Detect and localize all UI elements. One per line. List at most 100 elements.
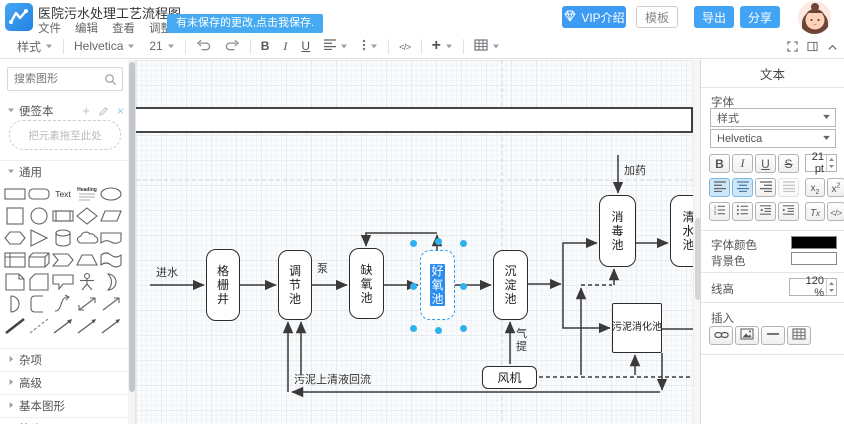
shape-internal-storage[interactable] bbox=[3, 250, 27, 270]
app-logo-icon[interactable] bbox=[5, 3, 33, 31]
node-disinfection-tank[interactable]: 消毒池 bbox=[599, 195, 636, 267]
underline-button[interactable]: U bbox=[755, 154, 776, 173]
shape-triangle[interactable] bbox=[27, 228, 51, 248]
spinner-icon[interactable] bbox=[826, 279, 836, 295]
font-color-swatch[interactable] bbox=[791, 236, 837, 249]
bold-button[interactable]: B bbox=[709, 154, 730, 173]
panel-toggle-button[interactable] bbox=[807, 41, 818, 52]
shape-callout[interactable] bbox=[51, 272, 75, 292]
selection-handle[interactable] bbox=[460, 240, 467, 247]
selection-handle[interactable] bbox=[435, 327, 442, 334]
fullscreen-button[interactable] bbox=[787, 41, 798, 52]
shape-cloud[interactable] bbox=[75, 228, 99, 248]
menu-view[interactable]: 查看 bbox=[112, 20, 135, 36]
shape-heading-text[interactable]: Heading bbox=[75, 184, 99, 204]
section-misc[interactable]: 杂项 bbox=[0, 348, 128, 371]
selection-handle[interactable] bbox=[410, 325, 417, 332]
insert-image-button[interactable] bbox=[735, 326, 759, 345]
shape-trapezoid[interactable] bbox=[75, 250, 99, 270]
insert-dropdown[interactable]: + bbox=[425, 36, 460, 56]
table-dropdown[interactable] bbox=[467, 36, 507, 56]
node-sedimentation-tank[interactable]: 沉淀池 bbox=[493, 250, 528, 320]
section-advanced[interactable]: 高级 bbox=[0, 371, 128, 394]
selection-handle[interactable] bbox=[435, 238, 442, 245]
shape-wave-flag[interactable] bbox=[99, 250, 123, 270]
shape-rounded-rectangle[interactable] bbox=[27, 184, 51, 204]
insert-table-button[interactable] bbox=[787, 326, 811, 345]
insert-link-button[interactable] bbox=[709, 326, 733, 345]
label-dosing[interactable]: 加药 bbox=[624, 165, 646, 178]
shape-circle[interactable] bbox=[27, 206, 51, 226]
menu-edit[interactable]: 编辑 bbox=[75, 20, 98, 36]
edge-junction-to-disinfection[interactable] bbox=[562, 237, 598, 284]
shape-actor[interactable] bbox=[75, 272, 99, 292]
edge-junction-to-digestion[interactable] bbox=[562, 284, 611, 334]
style-dropdown[interactable]: 样式 bbox=[10, 36, 60, 56]
export-button[interactable]: 导出 bbox=[694, 6, 734, 28]
shape-cube[interactable] bbox=[27, 250, 51, 270]
selection-handle[interactable] bbox=[410, 240, 417, 247]
shape-ellipse[interactable] bbox=[99, 184, 123, 204]
align-justify-button[interactable] bbox=[778, 178, 799, 197]
spinner-icon[interactable] bbox=[826, 155, 836, 171]
close-icon[interactable]: × bbox=[117, 105, 124, 117]
template-button[interactable]: 模板 bbox=[636, 6, 678, 28]
superscript-button[interactable]: x2 bbox=[827, 178, 844, 197]
edit-icon[interactable] bbox=[98, 106, 109, 117]
menu-file[interactable]: 文件 bbox=[38, 20, 61, 36]
diagram-canvas[interactable]: 格栅井调节池缺氧池好氧池沉淀池消毒池清水池污泥消化池 风机 进水泵加药 气提 污泥上清液… bbox=[136, 60, 700, 424]
shape-curve-arrow[interactable] bbox=[51, 294, 75, 314]
redo-button[interactable] bbox=[218, 36, 247, 56]
indent-button[interactable] bbox=[778, 202, 799, 221]
label-airlift[interactable]: 气提 bbox=[516, 328, 528, 354]
collapse-toolbar-button[interactable] bbox=[827, 43, 838, 51]
outdent-button[interactable] bbox=[755, 202, 776, 221]
node-grate-well[interactable]: 格栅井 bbox=[206, 249, 240, 321]
font-family-dropdown[interactable]: Helvetica bbox=[67, 36, 142, 56]
section-general[interactable]: 通用 bbox=[0, 160, 128, 182]
user-avatar[interactable] bbox=[798, 1, 831, 34]
shape-double-diag-arrow[interactable] bbox=[75, 294, 99, 314]
node-blower-fan[interactable]: 风机 bbox=[482, 366, 537, 389]
strikethrough-button[interactable]: S bbox=[778, 154, 799, 173]
shape-arrow-line-3[interactable] bbox=[99, 316, 123, 336]
shape-crescent[interactable] bbox=[99, 272, 123, 292]
label-sludge-return[interactable]: 污泥上清液回流 bbox=[294, 374, 371, 387]
shape-note[interactable] bbox=[3, 272, 27, 292]
section-clipboard[interactable]: 便签本 + × bbox=[0, 102, 128, 120]
shape-rectangle[interactable] bbox=[3, 184, 27, 204]
shape-bold-line[interactable] bbox=[3, 316, 27, 336]
edge-recycle-top-run[interactable] bbox=[360, 232, 437, 247]
align-center-button[interactable] bbox=[732, 178, 753, 197]
italic-button[interactable]: I bbox=[732, 154, 753, 173]
selection-handle[interactable] bbox=[410, 282, 417, 290]
shape-card[interactable] bbox=[27, 272, 51, 292]
bold-button[interactable]: B bbox=[254, 36, 277, 56]
shape-rounded-bracket[interactable] bbox=[27, 294, 51, 314]
unsaved-changes-notice[interactable]: 有未保存的更改,点击我保存. bbox=[167, 14, 324, 33]
add-icon[interactable]: + bbox=[82, 104, 90, 117]
shape-cylinder[interactable] bbox=[51, 228, 75, 248]
ordered-list-button[interactable]: >123 bbox=[709, 202, 730, 221]
align-left-button[interactable] bbox=[709, 178, 730, 197]
shape-half-circle[interactable] bbox=[3, 294, 27, 314]
text-style-select[interactable]: 样式 bbox=[710, 108, 836, 127]
font-size-input[interactable]: 21 pt bbox=[805, 151, 837, 175]
shape-search[interactable] bbox=[7, 67, 123, 91]
selection-handle[interactable] bbox=[460, 325, 467, 332]
sidebar-scrollbar[interactable] bbox=[128, 60, 135, 424]
align-dropdown[interactable] bbox=[317, 36, 355, 56]
clear-format-button[interactable]: Tx bbox=[805, 202, 825, 221]
search-input[interactable] bbox=[8, 73, 104, 85]
undo-button[interactable] bbox=[189, 36, 218, 56]
node-aerobic-tank[interactable]: 好氧池 bbox=[410, 238, 467, 334]
bullet-list-button[interactable] bbox=[732, 202, 753, 221]
shape-hexagon[interactable] bbox=[3, 228, 27, 248]
subscript-button[interactable]: x2 bbox=[805, 178, 825, 197]
code-button[interactable]: </> bbox=[827, 202, 844, 221]
insert-hline-button[interactable] bbox=[761, 326, 785, 345]
label-pump[interactable]: 泵 bbox=[317, 263, 328, 276]
shape-text[interactable]: Text bbox=[51, 184, 75, 204]
shape-diamond[interactable] bbox=[75, 206, 99, 226]
scrollbar-thumb[interactable] bbox=[694, 218, 700, 300]
